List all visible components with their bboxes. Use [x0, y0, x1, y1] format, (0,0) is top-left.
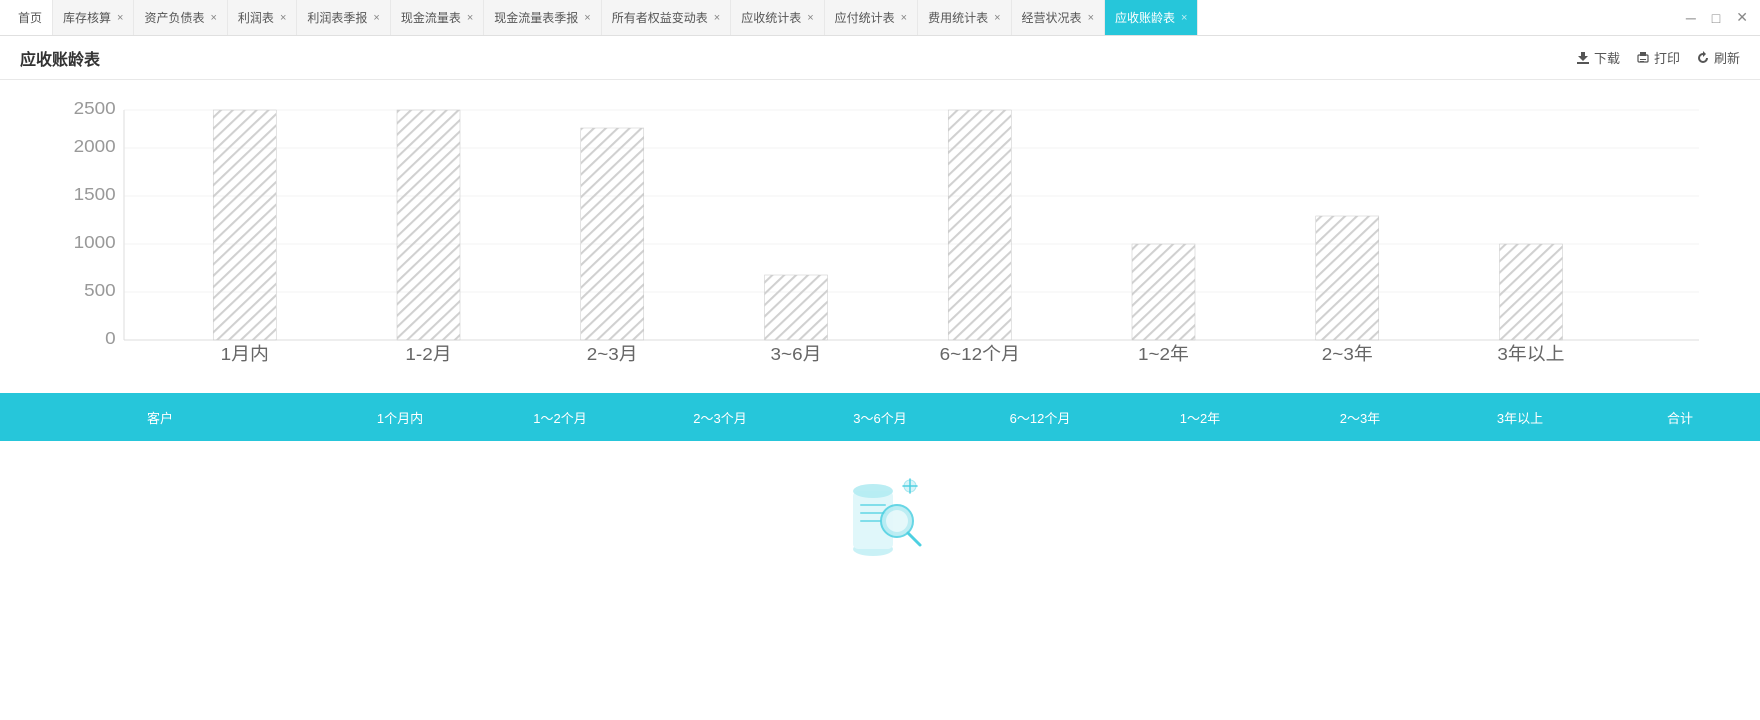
tab-expense-stats-label: 费用统计表	[928, 9, 988, 26]
tab-profit-close[interactable]: ×	[280, 12, 286, 24]
tab-ar-aging[interactable]: 应收账龄表 ×	[1105, 0, 1198, 36]
print-icon	[1636, 51, 1650, 65]
tab-ap-stats-label: 应付统计表	[835, 9, 895, 26]
tab-business-status-label: 经营状况表	[1022, 9, 1082, 26]
tab-expense-stats-close[interactable]: ×	[994, 12, 1000, 24]
col-customer: 客户	[0, 408, 320, 427]
tab-ar-stats-label: 应收统计表	[741, 9, 801, 26]
empty-state	[0, 441, 1760, 720]
tab-cashflow-quarterly[interactable]: 现金流量表季报 ×	[484, 0, 601, 36]
close-window-button[interactable]: ✕	[1732, 7, 1752, 28]
col-6to12month: 6～12个月	[960, 408, 1120, 427]
tab-equity[interactable]: 所有者权益变动表 ×	[602, 0, 731, 36]
bar-chart: 0 500 1000 1500 2000 2500 1月内 1-2月	[40, 100, 1720, 380]
svg-text:6~12个月: 6~12个月	[940, 343, 1020, 363]
tab-bar: 首页 库存核算 × 资产负债表 × 利润表 × 利润表季报 × 现金流量表 × …	[0, 0, 1760, 36]
col-1to2year: 1～2年	[1120, 408, 1280, 427]
tab-equity-close[interactable]: ×	[714, 12, 720, 24]
tab-cashflow-label: 现金流量表	[401, 9, 461, 26]
tab-ap-stats-close[interactable]: ×	[901, 12, 907, 24]
tab-ap-stats[interactable]: 应付统计表 ×	[825, 0, 918, 36]
svg-text:3~6月: 3~6月	[771, 343, 822, 363]
main-content: 0 500 1000 1500 2000 2500 1月内 1-2月	[0, 80, 1760, 720]
tab-profit-label: 利润表	[238, 9, 274, 26]
svg-text:0: 0	[105, 327, 116, 347]
table-header: 客户 1个月内 1～2个月 2～3个月 3～6个月 6～12个月 1～2年 2～…	[0, 393, 1760, 441]
svg-text:1500: 1500	[74, 183, 116, 203]
download-button[interactable]: 下载	[1576, 48, 1620, 67]
col-2to3year: 2～3年	[1280, 408, 1440, 427]
svg-text:1000: 1000	[74, 231, 116, 251]
tab-inventory[interactable]: 库存核算 ×	[53, 0, 134, 36]
tab-cashflow-quarterly-label: 现金流量表季报	[494, 9, 578, 26]
tab-business-status[interactable]: 经营状况表 ×	[1012, 0, 1105, 36]
page-title: 应收账龄表	[20, 46, 100, 70]
maximize-button[interactable]: □	[1708, 8, 1724, 28]
tab-profit-quarterly-close[interactable]: ×	[373, 12, 379, 24]
col-total: 合计	[1600, 408, 1760, 427]
svg-text:2500: 2500	[74, 100, 116, 118]
col-1month: 1个月内	[320, 408, 480, 427]
tab-cashflow[interactable]: 现金流量表 ×	[391, 0, 484, 36]
svg-text:1月内: 1月内	[221, 343, 269, 363]
tab-inventory-label: 库存核算	[63, 9, 111, 26]
page-actions: 下载 打印 刷新	[1576, 48, 1740, 67]
tab-profit[interactable]: 利润表 ×	[228, 0, 297, 36]
tab-balance-sheet-label: 资产负债表	[144, 9, 204, 26]
tab-cashflow-quarterly-close[interactable]: ×	[584, 12, 590, 24]
tab-profit-quarterly[interactable]: 利润表季报 ×	[297, 0, 390, 36]
svg-text:2~3月: 2~3月	[587, 343, 638, 363]
tab-expense-stats[interactable]: 费用统计表 ×	[918, 0, 1011, 36]
page-header: 应收账龄表 下载 打印 刷新	[0, 36, 1760, 80]
download-icon	[1576, 51, 1590, 65]
svg-text:2~3年: 2~3年	[1322, 343, 1373, 363]
col-3to6month: 3～6个月	[800, 408, 960, 427]
col-2to3month: 2～3个月	[640, 408, 800, 427]
refresh-icon	[1696, 51, 1710, 65]
tab-ar-stats[interactable]: 应收统计表 ×	[731, 0, 824, 36]
tab-business-status-close[interactable]: ×	[1088, 12, 1094, 24]
tab-profit-quarterly-label: 利润表季报	[307, 9, 367, 26]
tab-ar-stats-close[interactable]: ×	[807, 12, 813, 24]
tab-home[interactable]: 首页	[8, 0, 53, 36]
refresh-button[interactable]: 刷新	[1696, 48, 1740, 67]
window-controls: ─ □ ✕	[1682, 7, 1752, 28]
tab-balance-sheet[interactable]: 资产负债表 ×	[134, 0, 227, 36]
tab-equity-label: 所有者权益变动表	[612, 9, 708, 26]
chart-area: 0 500 1000 1500 2000 2500 1月内 1-2月	[0, 80, 1760, 393]
tab-inventory-close[interactable]: ×	[117, 12, 123, 24]
svg-text:2000: 2000	[74, 135, 116, 155]
empty-illustration	[825, 461, 935, 571]
svg-text:500: 500	[84, 279, 116, 299]
tab-cashflow-close[interactable]: ×	[467, 12, 473, 24]
col-over3year: 3年以上	[1440, 408, 1600, 427]
tab-balance-sheet-close[interactable]: ×	[210, 12, 216, 24]
print-button[interactable]: 打印	[1636, 48, 1680, 67]
minimize-button[interactable]: ─	[1682, 8, 1700, 28]
svg-text:3年以上: 3年以上	[1497, 343, 1564, 363]
svg-text:1~2年: 1~2年	[1138, 343, 1189, 363]
tab-ar-aging-label: 应收账龄表	[1115, 9, 1175, 26]
tab-home-label: 首页	[18, 9, 42, 26]
col-1to2month: 1～2个月	[480, 408, 640, 427]
svg-text:1-2月: 1-2月	[405, 343, 451, 363]
tab-ar-aging-close[interactable]: ×	[1181, 12, 1187, 24]
